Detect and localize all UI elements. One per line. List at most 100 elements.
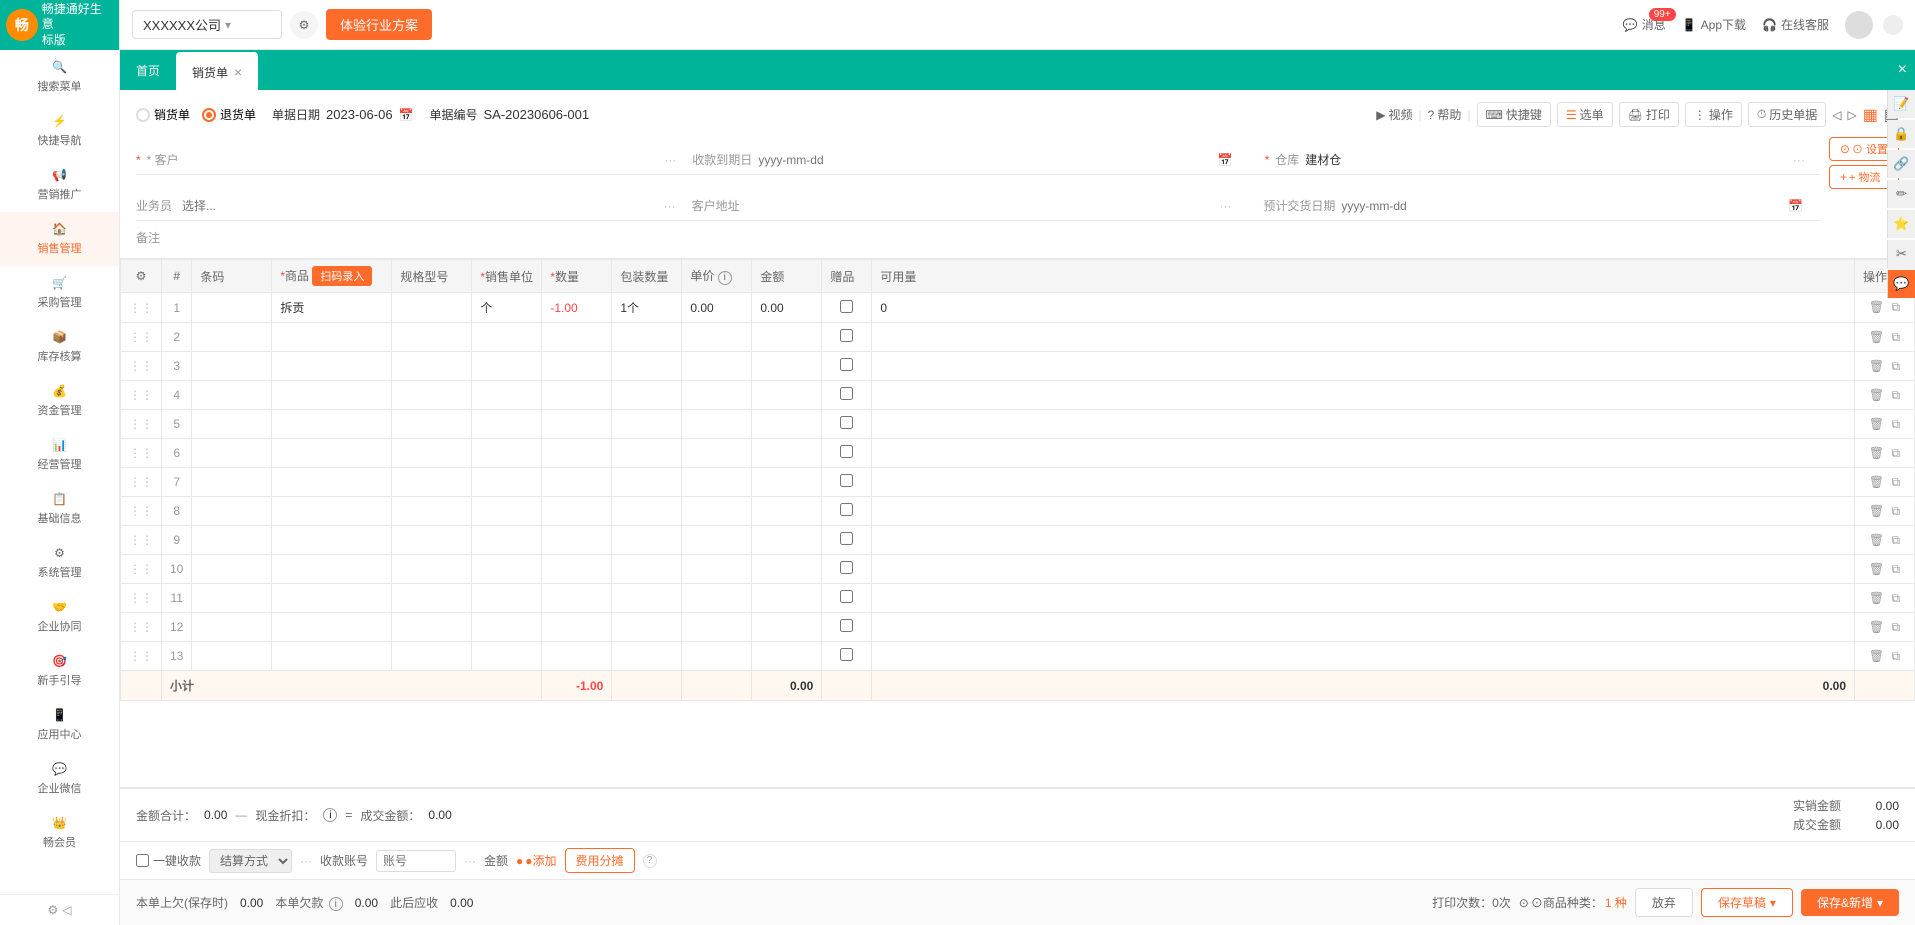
- td-price[interactable]: [682, 439, 752, 468]
- td-spec[interactable]: [392, 555, 472, 584]
- warehouse-dots[interactable]: ···: [1793, 153, 1805, 167]
- history-action[interactable]: ⏱ 历史单据: [1748, 102, 1826, 127]
- td-amount[interactable]: [752, 642, 822, 671]
- delete-row-icon[interactable]: 🗑: [1869, 475, 1884, 489]
- td-amount[interactable]: [752, 526, 822, 555]
- row-drag-handle[interactable]: ⋮⋮: [129, 562, 153, 576]
- td-qty[interactable]: [542, 642, 612, 671]
- radio-sales-order[interactable]: 销货单: [136, 106, 190, 123]
- td-product[interactable]: [272, 642, 392, 671]
- td-unit[interactable]: [472, 323, 542, 352]
- customer-input[interactable]: [185, 153, 659, 167]
- sidebar-item-basic-info[interactable]: 📋 基础信息: [0, 482, 119, 536]
- copy-row-icon[interactable]: ⧉: [1892, 388, 1901, 402]
- expense-question-icon[interactable]: ?: [643, 854, 657, 868]
- recv-date-input[interactable]: [758, 153, 1211, 167]
- td-product[interactable]: [272, 323, 392, 352]
- td-product[interactable]: [272, 613, 392, 642]
- gift-checkbox[interactable]: [840, 590, 853, 603]
- copy-row-icon[interactable]: ⧉: [1892, 359, 1901, 373]
- row-drag-handle[interactable]: ⋮⋮: [129, 504, 153, 518]
- td-pkg-qty[interactable]: [612, 439, 682, 468]
- td-price[interactable]: [682, 497, 752, 526]
- row-drag-handle[interactable]: ⋮⋮: [129, 446, 153, 460]
- sidebar-item-sales[interactable]: 🏠 销售管理: [0, 212, 119, 266]
- td-amount[interactable]: [752, 381, 822, 410]
- side-tool-link[interactable]: 🔗: [1887, 150, 1915, 178]
- delete-row-icon[interactable]: 🗑: [1869, 533, 1884, 547]
- copy-row-icon[interactable]: ⧉: [1892, 300, 1901, 314]
- copy-row-icon[interactable]: ⧉: [1892, 417, 1901, 431]
- one-click-pay-checkbox[interactable]: [136, 854, 149, 867]
- salesman-dots[interactable]: ···: [664, 199, 676, 213]
- td-amount[interactable]: [752, 613, 822, 642]
- td-price[interactable]: [682, 526, 752, 555]
- sidebar-item-inventory[interactable]: 📦 库存核算: [0, 320, 119, 374]
- td-unit[interactable]: [472, 468, 542, 497]
- td-price[interactable]: [682, 584, 752, 613]
- row-drag-handle[interactable]: ⋮⋮: [129, 533, 153, 547]
- delete-row-icon[interactable]: 🗑: [1869, 620, 1884, 634]
- td-amount[interactable]: [752, 410, 822, 439]
- recv-calendar-icon[interactable]: 📅: [1218, 153, 1233, 167]
- td-amount[interactable]: [752, 555, 822, 584]
- row-drag-handle[interactable]: ⋮⋮: [129, 620, 153, 634]
- nav-next-icon[interactable]: ▷: [1848, 108, 1857, 122]
- sidebar-item-system[interactable]: ⚙ 系统管理: [0, 536, 119, 590]
- side-tool-chat[interactable]: 💬: [1887, 270, 1915, 298]
- td-unit[interactable]: [472, 526, 542, 555]
- td-price[interactable]: [682, 468, 752, 497]
- expected-date-input[interactable]: [1341, 199, 1782, 213]
- company-selector[interactable]: XXXXXX公司 ▾: [132, 10, 282, 39]
- td-spec[interactable]: [392, 613, 472, 642]
- message-button[interactable]: 💬 消息 99+: [1623, 16, 1666, 33]
- gift-checkbox[interactable]: [840, 329, 853, 342]
- td-price[interactable]: 0.00: [682, 293, 752, 323]
- td-barcode[interactable]: [192, 526, 272, 555]
- td-product[interactable]: [272, 410, 392, 439]
- td-barcode[interactable]: [192, 381, 272, 410]
- gift-checkbox[interactable]: [840, 474, 853, 487]
- td-spec[interactable]: [392, 497, 472, 526]
- td-unit[interactable]: [472, 410, 542, 439]
- save-draft-button[interactable]: 保存草稿 ▾: [1701, 888, 1793, 917]
- online-service-button[interactable]: 🎧 在线客服: [1762, 16, 1829, 33]
- td-qty[interactable]: [542, 323, 612, 352]
- customer-dots[interactable]: ···: [664, 153, 676, 167]
- gift-checkbox[interactable]: [840, 387, 853, 400]
- td-barcode[interactable]: [192, 323, 272, 352]
- td-spec[interactable]: [392, 352, 472, 381]
- gift-checkbox[interactable]: [840, 619, 853, 632]
- td-barcode[interactable]: [192, 293, 272, 323]
- remark-input[interactable]: [172, 231, 1899, 245]
- td-qty[interactable]: -1.00: [542, 293, 612, 323]
- td-price[interactable]: [682, 613, 752, 642]
- tab-home[interactable]: 首页: [120, 50, 176, 90]
- td-spec[interactable]: [392, 526, 472, 555]
- td-product[interactable]: [272, 439, 392, 468]
- td-qty[interactable]: [542, 584, 612, 613]
- td-pkg-qty[interactable]: [612, 526, 682, 555]
- copy-row-icon[interactable]: ⧉: [1892, 533, 1901, 547]
- td-price[interactable]: [682, 555, 752, 584]
- td-barcode[interactable]: [192, 584, 272, 613]
- td-barcode[interactable]: [192, 497, 272, 526]
- add-btn[interactable]: ● ●添加: [516, 852, 557, 869]
- td-spec[interactable]: [392, 410, 472, 439]
- td-unit[interactable]: [472, 439, 542, 468]
- td-spec[interactable]: [392, 642, 472, 671]
- delete-row-icon[interactable]: 🗑: [1869, 591, 1884, 605]
- row-drag-handle[interactable]: ⋮⋮: [129, 591, 153, 605]
- td-price[interactable]: [682, 381, 752, 410]
- td-unit[interactable]: [472, 613, 542, 642]
- sidebar-item-quicknav[interactable]: ⚡ 快捷导航: [0, 104, 119, 158]
- td-amount[interactable]: [752, 584, 822, 613]
- td-product[interactable]: [272, 381, 392, 410]
- topbar-settings-btn[interactable]: ⚙: [290, 11, 318, 39]
- app-download-button[interactable]: 📱 App下载: [1682, 16, 1746, 33]
- save-new-button[interactable]: 保存&新增 ▾: [1801, 889, 1899, 916]
- sidebar-item-wechat[interactable]: 💬 企业微信: [0, 752, 119, 806]
- td-amount[interactable]: [752, 468, 822, 497]
- td-barcode[interactable]: [192, 410, 272, 439]
- td-pkg-qty[interactable]: [612, 410, 682, 439]
